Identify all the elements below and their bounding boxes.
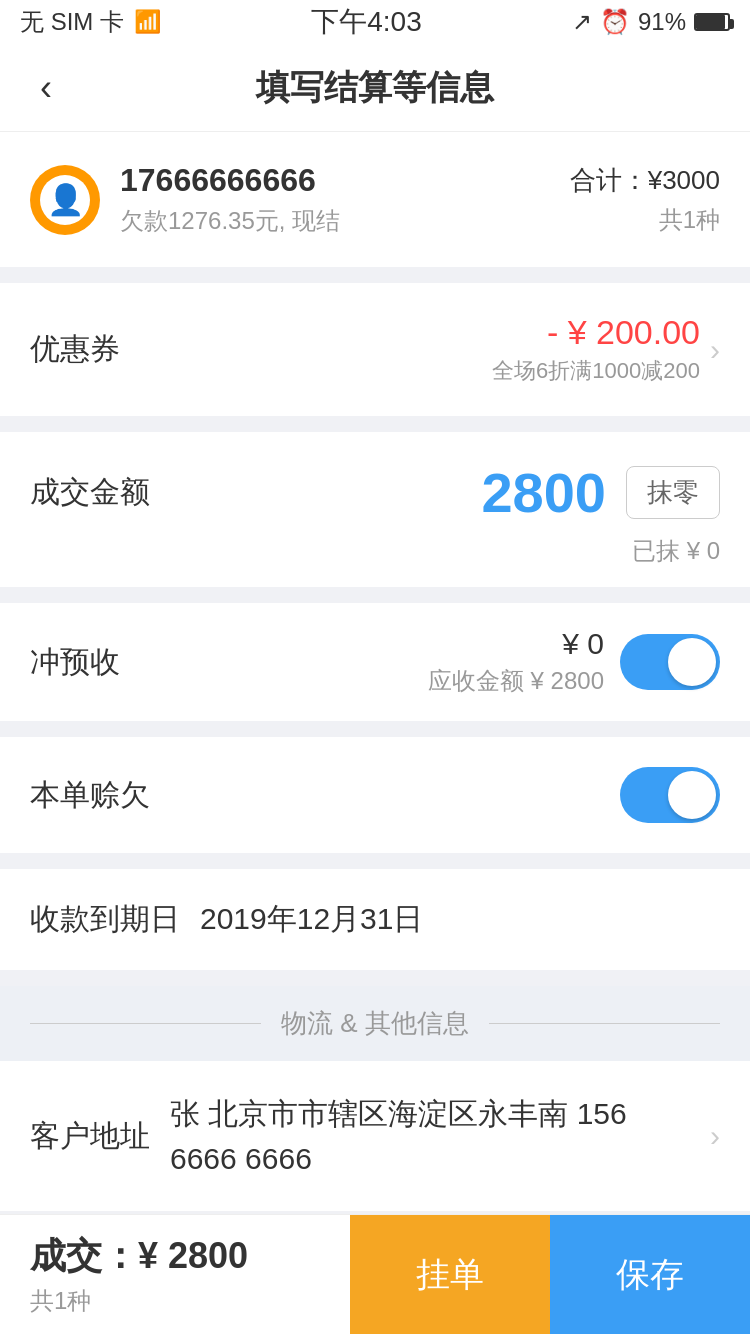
debit-section: 本单赊欠 [0,737,750,853]
coupon-section: 优惠券 - ¥ 200.00 全场6折满1000减200 › [0,283,750,416]
customer-debt: 欠款1276.35元, 现结 [120,205,340,237]
bottom-bar: 成交：¥ 2800 共1种 挂单 保存 [0,1214,750,1334]
coupon-desc: 全场6折满1000减200 [492,356,700,386]
battery-icon [694,13,730,31]
duedate-row: 收款到期日 2019年12月31日 [30,899,720,940]
amount-section: 成交金额 2800 抹零 已抹 ¥ 0 [0,432,750,587]
prepay-right: ¥ 0 应收金额 ¥ 2800 [428,627,720,697]
bottom-summary: 成交：¥ 2800 共1种 [0,1232,350,1317]
amount-right: 2800 抹零 [481,460,720,525]
coupon-values: - ¥ 200.00 全场6折满1000减200 [492,313,700,386]
total-count: 共1种 [570,204,720,236]
deal-label: 成交： [30,1235,138,1276]
prepay-toggle[interactable] [620,634,720,690]
address-label: 客户地址 [30,1116,150,1157]
total-amount: 合计：¥3000 [570,163,720,198]
duedate-value: 2019年12月31日 [200,899,423,940]
carrier-text: 无 SIM 卡 [20,6,124,38]
amount-value: 2800 [481,460,606,525]
round-button[interactable]: 抹零 [626,466,720,519]
customer-info: 17666666666 欠款1276.35元, 现结 [120,162,340,237]
prepay-sub: 应收金额 ¥ 2800 [428,665,604,697]
battery-percent: 91% [638,8,686,36]
customer-left: 👤 17666666666 欠款1276.35元, 现结 [30,162,340,237]
prepay-row: 冲预收 ¥ 0 应收金额 ¥ 2800 [0,603,750,721]
duedate-section: 收款到期日 2019年12月31日 [0,869,750,970]
amount-sub: 已抹 ¥ 0 [0,535,750,587]
location-icon: ↗ [572,8,592,36]
bottom-count: 共1种 [30,1285,320,1317]
customer-phone: 17666666666 [120,162,340,199]
customer-right: 合计：¥3000 共1种 [570,163,720,236]
status-time: 下午4:03 [311,3,422,41]
alarm-icon: ⏰ [600,8,630,36]
amount-row: 成交金额 2800 抹零 [0,432,750,535]
customer-card: 👤 17666666666 欠款1276.35元, 现结 合计：¥3000 共1… [0,132,750,267]
status-left: 无 SIM 卡 📶 [20,6,161,38]
prepay-value: ¥ 0 [428,627,604,661]
wifi-icon: 📶 [134,9,161,35]
address-value: 张 北京市市辖区海淀区永丰南 156 6666 6666 [170,1091,690,1181]
deal-amount-value: ¥ 2800 [138,1235,248,1276]
back-button[interactable]: ‹ [30,57,62,119]
coupon-row[interactable]: 优惠券 - ¥ 200.00 全场6折满1000减200 › [0,283,750,416]
divider-section: 物流 & 其他信息 [0,986,750,1061]
nav-title: 填写结算等信息 [256,65,494,111]
avatar-icon: 👤 [40,175,90,225]
nav-bar: ‹ 填写结算等信息 [0,44,750,132]
amount-label: 成交金额 [30,472,150,513]
bottom-deal-amount: 成交：¥ 2800 [30,1232,320,1281]
divider-text: 物流 & 其他信息 [281,1006,469,1041]
chevron-right-icon: › [710,333,720,367]
divider-line-left [30,1023,261,1024]
prepay-values: ¥ 0 应收金额 ¥ 2800 [428,627,604,697]
coupon-label: 优惠券 [30,329,120,370]
duedate-label: 收款到期日 [30,899,180,940]
avatar: 👤 [30,165,100,235]
prepay-label: 冲预收 [30,642,120,683]
save-button[interactable]: 保存 [550,1215,750,1335]
prepay-top: 冲预收 ¥ 0 应收金额 ¥ 2800 [30,627,720,697]
address-chevron-icon: › [710,1119,720,1153]
status-right: ↗ ⏰ 91% [572,8,730,36]
debit-label: 本单赊欠 [30,775,150,816]
content: 👤 17666666666 欠款1276.35元, 现结 合计：¥3000 共1… [0,132,750,1334]
status-bar: 无 SIM 卡 📶 下午4:03 ↗ ⏰ 91% [0,0,750,44]
coupon-amount: - ¥ 200.00 [492,313,700,352]
divider-line-right [489,1023,720,1024]
prepay-section: 冲预收 ¥ 0 应收金额 ¥ 2800 [0,603,750,721]
coupon-right: - ¥ 200.00 全场6折满1000减200 › [492,313,720,386]
debit-toggle[interactable] [620,767,720,823]
address-section[interactable]: 客户地址 张 北京市市辖区海淀区永丰南 156 6666 6666 › [0,1061,750,1211]
hold-button[interactable]: 挂单 [350,1215,550,1335]
